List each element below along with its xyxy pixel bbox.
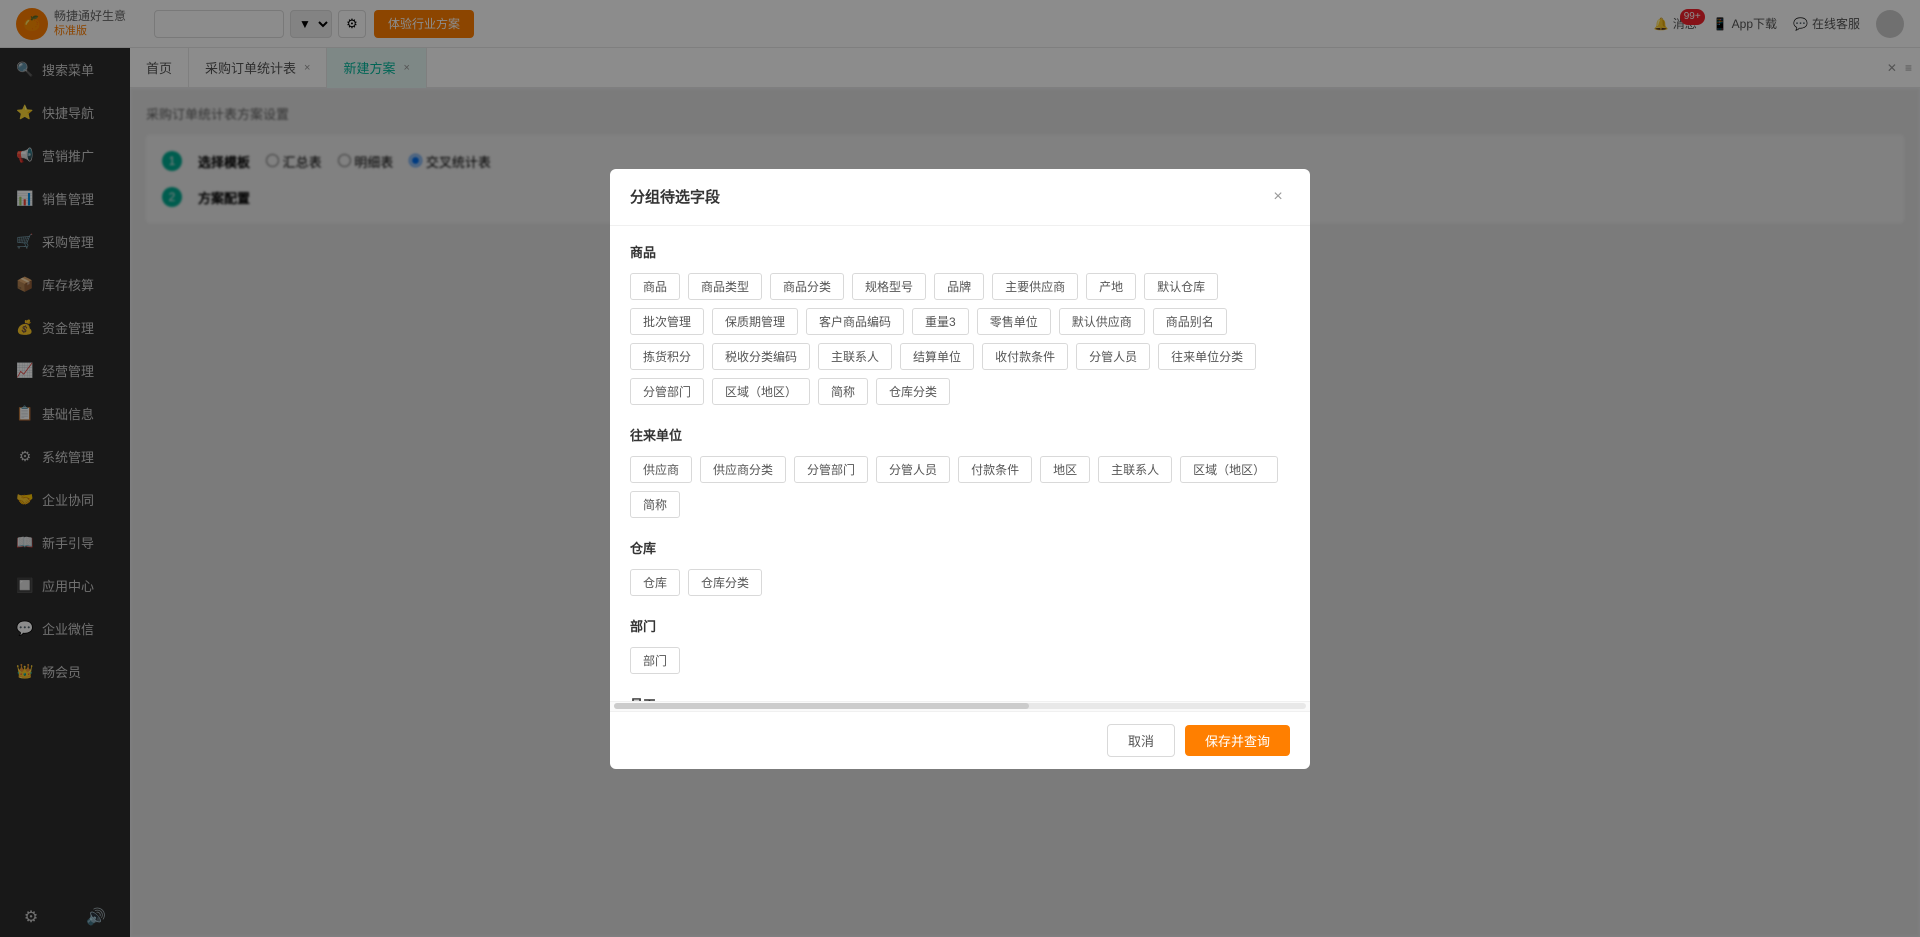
field-grid-3: 部门 bbox=[630, 647, 1290, 674]
cancel-button[interactable]: 取消 bbox=[1107, 724, 1175, 757]
field-tag-0-6[interactable]: 产地 bbox=[1086, 273, 1136, 300]
section-0: 商品商品商品类型商品分类规格型号品牌主要供应商产地默认仓库批次管理保质期管理客户… bbox=[630, 242, 1290, 405]
field-tag-2-1[interactable]: 仓库分类 bbox=[688, 569, 762, 596]
field-tag-1-2[interactable]: 分管部门 bbox=[794, 456, 868, 483]
field-tag-0-4[interactable]: 品牌 bbox=[934, 273, 984, 300]
section-3: 部门部门 bbox=[630, 616, 1290, 674]
scrollbar-thumb bbox=[614, 703, 1029, 709]
field-tag-0-20[interactable]: 分管人员 bbox=[1076, 343, 1150, 370]
field-tag-0-25[interactable]: 仓库分类 bbox=[876, 378, 950, 405]
field-tag-1-8[interactable]: 简称 bbox=[630, 491, 680, 518]
field-tag-0-18[interactable]: 结算单位 bbox=[900, 343, 974, 370]
field-tag-0-9[interactable]: 保质期管理 bbox=[712, 308, 798, 335]
section-title-1: 往来单位 bbox=[630, 425, 1290, 444]
field-grid-0: 商品商品类型商品分类规格型号品牌主要供应商产地默认仓库批次管理保质期管理客户商品… bbox=[630, 273, 1290, 405]
field-tag-0-8[interactable]: 批次管理 bbox=[630, 308, 704, 335]
section-1: 往来单位供应商供应商分类分管部门分管人员付款条件地区主联系人区域（地区） 简称 bbox=[630, 425, 1290, 518]
modal-horizontal-scrollbar[interactable] bbox=[610, 701, 1310, 710]
field-tag-0-2[interactable]: 商品分类 bbox=[770, 273, 844, 300]
modal-footer: 取消 保存并查询 bbox=[610, 711, 1310, 769]
field-grid-2: 仓库仓库分类 bbox=[630, 569, 1290, 596]
field-tag-0-16[interactable]: 税收分类编码 bbox=[712, 343, 810, 370]
field-tag-1-6[interactable]: 主联系人 bbox=[1098, 456, 1172, 483]
section-2: 仓库仓库仓库分类 bbox=[630, 538, 1290, 596]
modal-body: 商品商品商品类型商品分类规格型号品牌主要供应商产地默认仓库批次管理保质期管理客户… bbox=[610, 226, 1310, 702]
field-tag-1-3[interactable]: 分管人员 bbox=[876, 456, 950, 483]
field-tag-1-0[interactable]: 供应商 bbox=[630, 456, 692, 483]
field-tag-0-12[interactable]: 零售单位 bbox=[977, 308, 1051, 335]
field-tag-0-13[interactable]: 默认供应商 bbox=[1059, 308, 1145, 335]
field-select-modal: 分组待选字段 × 商品商品商品类型商品分类规格型号品牌主要供应商产地默认仓库批次… bbox=[610, 169, 1310, 769]
confirm-button[interactable]: 保存并查询 bbox=[1185, 725, 1290, 756]
field-tag-0-17[interactable]: 主联系人 bbox=[818, 343, 892, 370]
modal-header: 分组待选字段 × bbox=[610, 169, 1310, 226]
section-title-2: 仓库 bbox=[630, 538, 1290, 557]
field-tag-0-3[interactable]: 规格型号 bbox=[852, 273, 926, 300]
field-tag-0-24[interactable]: 简称 bbox=[818, 378, 868, 405]
field-tag-0-0[interactable]: 商品 bbox=[630, 273, 680, 300]
section-4: 员工业务员 bbox=[630, 694, 1290, 702]
field-tag-0-19[interactable]: 收付款条件 bbox=[982, 343, 1068, 370]
field-tag-0-1[interactable]: 商品类型 bbox=[688, 273, 762, 300]
modal-overlay: 分组待选字段 × 商品商品商品类型商品分类规格型号品牌主要供应商产地默认仓库批次… bbox=[0, 0, 1920, 937]
modal-title: 分组待选字段 bbox=[630, 186, 720, 207]
field-tag-2-0[interactable]: 仓库 bbox=[630, 569, 680, 596]
section-title-3: 部门 bbox=[630, 616, 1290, 635]
field-tag-0-21[interactable]: 往来单位分类 bbox=[1158, 343, 1256, 370]
field-tag-3-0[interactable]: 部门 bbox=[630, 647, 680, 674]
scrollbar-track bbox=[614, 703, 1306, 709]
field-tag-0-14[interactable]: 商品别名 bbox=[1153, 308, 1227, 335]
modal-close-button[interactable]: × bbox=[1266, 185, 1290, 209]
section-title-4: 员工 bbox=[630, 694, 1290, 702]
field-tag-0-11[interactable]: 重量3 bbox=[912, 308, 969, 335]
field-tag-1-7[interactable]: 区域（地区） bbox=[1180, 456, 1278, 483]
field-grid-1: 供应商供应商分类分管部门分管人员付款条件地区主联系人区域（地区） 简称 bbox=[630, 456, 1290, 518]
field-tag-0-7[interactable]: 默认仓库 bbox=[1144, 273, 1218, 300]
field-tag-0-23[interactable]: 区域（地区） bbox=[712, 378, 810, 405]
section-title-0: 商品 bbox=[630, 242, 1290, 261]
field-tag-1-1[interactable]: 供应商分类 bbox=[700, 456, 786, 483]
field-tag-0-22[interactable]: 分管部门 bbox=[630, 378, 704, 405]
field-tag-0-5[interactable]: 主要供应商 bbox=[992, 273, 1078, 300]
field-tag-1-5[interactable]: 地区 bbox=[1040, 456, 1090, 483]
field-tag-0-10[interactable]: 客户商品编码 bbox=[806, 308, 904, 335]
field-tag-1-4[interactable]: 付款条件 bbox=[958, 456, 1032, 483]
field-tag-0-15[interactable]: 拣货积分 bbox=[630, 343, 704, 370]
